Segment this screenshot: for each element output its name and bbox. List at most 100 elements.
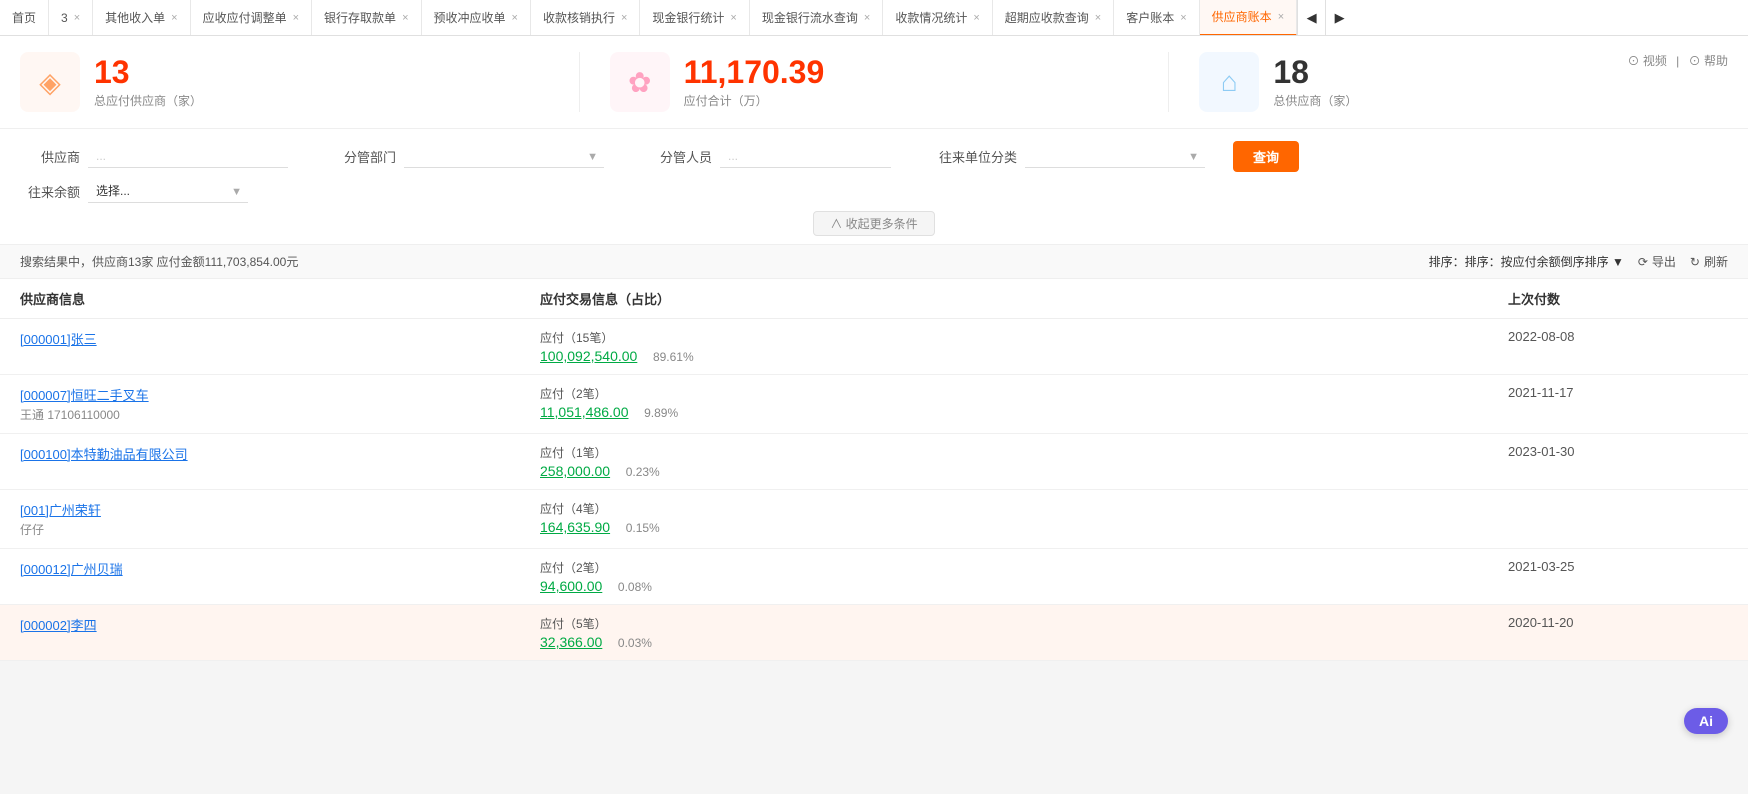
pay-amount[interactable]: 11,051,486.00 [540,404,629,420]
nav-tab-3[interactable]: 3 × [49,0,93,36]
table-header: 供应商信息 应付交易信息（占比） 上次付数 [0,279,1748,319]
pay-pct: 0.15% [626,521,660,535]
supplier-link[interactable]: [001]广州荣轩 [20,503,101,518]
close-icon[interactable]: × [74,12,80,24]
table-row: [001]广州荣轩 仔仔 应付（4笔） 164,635.90 0.15% [0,490,1748,549]
last-pay-cell: 2022-08-08 [1508,329,1728,344]
pay-amount[interactable]: 94,600.00 [540,578,602,594]
close-icon[interactable]: × [512,12,518,24]
pay-amount[interactable]: 100,092,540.00 [540,348,637,364]
balance-select[interactable]: 选择... [88,180,248,203]
person-input[interactable] [720,145,891,168]
table-row: [000001]张三 应付（15笔） 100,092,540.00 89.61%… [0,319,1748,375]
help-link[interactable]: ⊙ 帮助 [1689,54,1728,68]
balance-select-wrap: 选择... ▼ [88,180,248,203]
refresh-button[interactable]: ↻ 刷新 [1690,253,1728,270]
last-pay-cell: 2020-11-20 [1508,615,1728,630]
supplier-link[interactable]: [000012]广州贝瑞 [20,562,123,577]
pay-label: 应付（15笔） [540,329,1508,346]
supplier-info-cell: [000001]张三 [20,329,540,348]
supplier-sub: 仔仔 [20,521,540,538]
category-filter-label: 往来单位分类 [939,147,1017,166]
supplier-info-cell: [000002]李四 [20,615,540,634]
collapse-button[interactable]: ∧ 收起更多条件 [813,211,934,236]
person-filter-label: 分管人员 [652,147,712,166]
nav-tab-home[interactable]: 首页 [0,0,49,36]
close-icon[interactable]: × [730,12,736,24]
nav-prev-button[interactable]: ◀ [1297,0,1325,36]
video-link[interactable]: ⊙ 视频 [1627,54,1666,68]
payable-supplier-count: 13 [94,55,202,90]
pay-pct: 0.23% [626,465,660,479]
nav-tab-bank[interactable]: 银行存取款单 × [312,0,421,36]
supplier-link[interactable]: [000007]恒旺二手叉车 [20,388,149,403]
dept-select[interactable] [404,145,604,168]
col-header-supplier: 供应商信息 [20,289,540,308]
category-select[interactable] [1025,145,1205,168]
supplier-sub: 王通 17106110000 [20,406,540,423]
balance-filter-label: 往来余额 [20,182,80,201]
pay-pct: 0.08% [618,580,652,594]
pay-label: 应付（4笔） [540,500,1508,517]
pay-label: 应付（2笔） [540,385,1508,402]
pay-label: 应付（5笔） [540,615,1508,632]
supplier-link[interactable]: [000100]本特勤油品有限公司 [20,447,188,462]
nav-tab-adjustment[interactable]: 应收应付调整单 × [191,0,312,36]
supplier-link[interactable]: [000001]张三 [20,332,97,347]
close-icon[interactable]: × [402,12,408,24]
payable-info-cell: 应付（15笔） 100,092,540.00 89.61% [540,329,1508,364]
amount-icon: ✿ [610,52,670,112]
supplier-info-cell: [000007]恒旺二手叉车 王通 17106110000 [20,385,540,423]
col-header-payable: 应付交易信息（占比） [540,289,1508,308]
close-icon[interactable]: × [1180,12,1186,24]
close-icon[interactable]: × [1095,12,1101,24]
payable-info-cell: 应付（5笔） 32,366.00 0.03% [540,615,1508,650]
supplier-link[interactable]: [000002]李四 [20,618,97,633]
filter-row-2: 往来余额 选择... ▼ [20,180,1728,203]
export-button[interactable]: ⟳ 导出 [1638,253,1676,270]
nav-tab-other-income[interactable]: 其他收入单 × [93,0,190,36]
nav-tab-customer-ledger[interactable]: 客户账本 × [1114,0,1199,36]
pay-amount[interactable]: 258,000.00 [540,463,610,479]
supplier-icon: ◈ [20,52,80,112]
export-icon: ⟳ [1638,255,1648,269]
nav-tab-overdue[interactable]: 超期应收款查询 × [993,0,1114,36]
close-icon[interactable]: × [1278,11,1284,23]
last-pay-cell: 2021-11-17 [1508,385,1728,400]
pay-pct: 89.61% [653,350,694,364]
pay-amount[interactable]: 32,366.00 [540,634,602,650]
close-icon[interactable]: × [293,12,299,24]
filter-row-1: 供应商 分管部门 ▼ 分管人员 往来单位分类 ▼ 查询 [20,141,1728,172]
supplier-info-cell: [000012]广州贝瑞 [20,559,540,578]
pay-amount[interactable]: 164,635.90 [540,519,610,535]
query-button[interactable]: 查询 [1233,141,1299,172]
close-icon[interactable]: × [973,12,979,24]
payable-info-cell: 应付（2笔） 11,051,486.00 9.89% [540,385,1508,420]
nav-tab-supplier-ledger[interactable]: 供应商账本 × [1200,0,1297,36]
supplier-input[interactable] [88,145,288,168]
sort-chevron-icon[interactable]: ▼ [1612,255,1624,269]
collapse-bar: ∧ 收起更多条件 [20,211,1728,236]
nav-tab-cash-flow[interactable]: 现金银行流水查询 × [750,0,883,36]
nav-tab-receipt-stat[interactable]: 收款情况统计 × [883,0,992,36]
close-icon[interactable]: × [171,12,177,24]
col-header-last-pay: 上次付数 [1508,289,1728,308]
category-select-wrap: ▼ [1025,145,1205,168]
pay-pct: 0.03% [618,636,652,650]
nav-tab-cash-stat[interactable]: 现金银行统计 × [640,0,749,36]
filter-area: 供应商 分管部门 ▼ 分管人员 往来单位分类 ▼ 查询 往来余额 选择... ▼ [0,129,1748,245]
supplier-filter-label: 供应商 [20,147,80,166]
supplier-info-cell: [000100]本特勤油品有限公司 [20,444,540,463]
table-row: [000100]本特勤油品有限公司 应付（1笔） 258,000.00 0.23… [0,434,1748,490]
nav-tab-prepay[interactable]: 预收冲应收单 × [422,0,531,36]
ai-badge[interactable]: Ai [1684,708,1728,734]
nav-next-button[interactable]: ▶ [1325,0,1353,36]
close-icon[interactable]: × [621,12,627,24]
result-summary: 搜索结果中，供应商13家 应付金额111,703,854.00元 [20,253,298,270]
close-icon[interactable]: × [864,12,870,24]
refresh-icon: ↻ [1690,255,1700,269]
nav-tab-collection[interactable]: 收款核销执行 × [531,0,640,36]
total-supplier-count: 18 [1273,55,1357,90]
payable-total-label: 应付合计（万） [684,92,825,109]
table-row: [000012]广州贝瑞 应付（2笔） 94,600.00 0.08% 2021… [0,549,1748,605]
